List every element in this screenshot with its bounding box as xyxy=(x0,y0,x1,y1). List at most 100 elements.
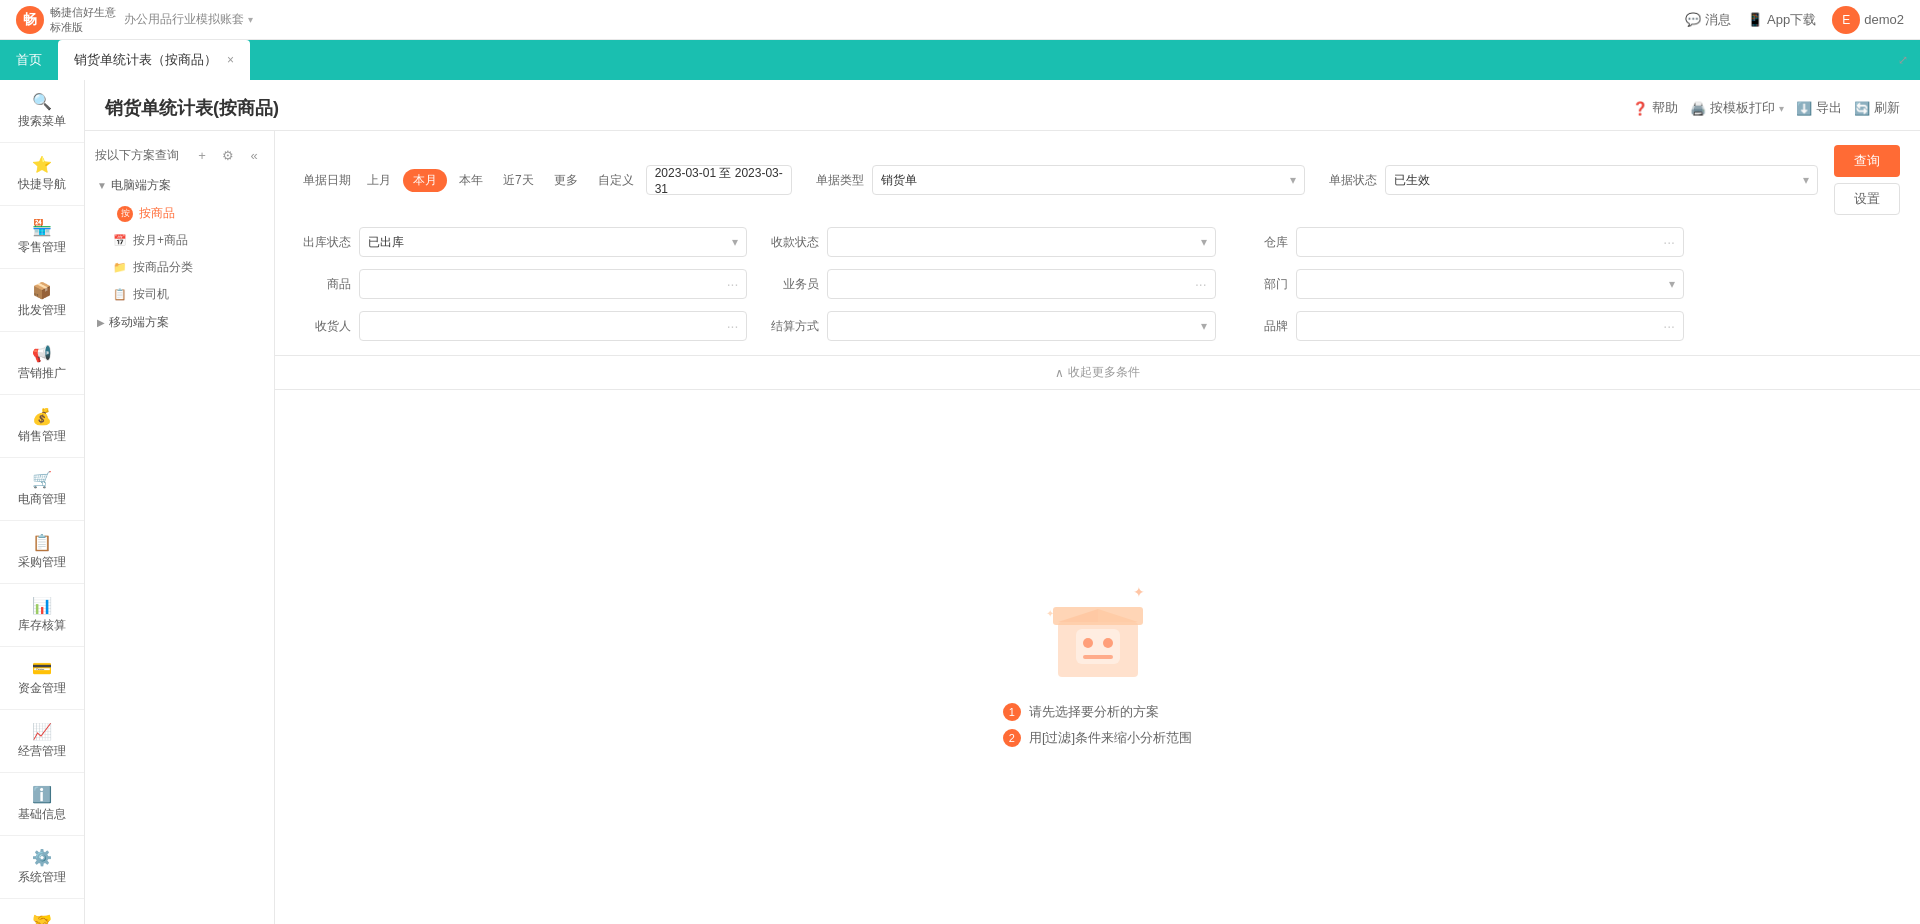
step-2-circle: 2 xyxy=(1003,729,1021,747)
empty-step-1: 1 请先选择要分析的方案 xyxy=(1003,703,1192,721)
filter-layout: 按以下方案查询 + ⚙ « ▼ 电脑端方案 xyxy=(85,131,1920,924)
filter-content: 单据日期 上月 本月 本年 近7天 更多 自定义 xyxy=(275,131,1920,924)
warehouse-status-control[interactable]: 已出库 ▾ xyxy=(359,227,747,257)
by-product-icon: 按 xyxy=(117,206,133,222)
settings-button[interactable]: 设置 xyxy=(1834,183,1900,215)
svg-point-5 xyxy=(1083,638,1093,648)
export-button[interactable]: ⬇️ 导出 xyxy=(1796,99,1842,117)
tree-section-mobile-header[interactable]: ▶ 移动端方案 xyxy=(93,308,266,337)
sidebar-item-enterprise[interactable]: 🤝 企业协同 xyxy=(0,899,84,924)
filter-item-department: 部门 ▾ xyxy=(1232,269,1684,299)
filter-row-3: 商品 ··· 业务员 ··· xyxy=(295,269,1900,299)
sidebar-item-finance[interactable]: 💳 资金管理 xyxy=(0,647,84,710)
sidebar-item-inventory[interactable]: 📊 库存核算 xyxy=(0,584,84,647)
sidebar-item-system[interactable]: ⚙️ 系统管理 xyxy=(0,836,84,899)
message-button[interactable]: 💬 消息 xyxy=(1685,11,1731,29)
marketing-icon: 📢 xyxy=(4,344,80,363)
sidebar-item-operations[interactable]: 📈 经营管理 xyxy=(0,710,84,773)
sidebar-item-quick-nav[interactable]: ⭐ 快捷导航 xyxy=(0,143,84,206)
empty-illustration: ✦ ✦ xyxy=(1038,567,1158,687)
date-tab-current-year[interactable]: 本年 xyxy=(451,169,491,192)
top-bar-right: 💬 消息 📱 App下载 E demo2 xyxy=(1685,6,1904,34)
doc-type-chevron-icon: ▾ xyxy=(1290,173,1296,187)
help-button[interactable]: ❓ 帮助 xyxy=(1632,99,1678,117)
sidebar-item-retail[interactable]: 🏪 零售管理 xyxy=(0,206,84,269)
operations-icon: 📈 xyxy=(4,722,80,741)
logo-area: 畅 畅捷信好生意 标准版 xyxy=(16,5,116,34)
export-icon: ⬇️ xyxy=(1796,101,1812,116)
sidebar-item-procurement[interactable]: 📋 采购管理 xyxy=(0,521,84,584)
tree-item-by-month-product[interactable]: 📅 按月+商品 xyxy=(93,227,266,254)
brand-control[interactable]: ··· xyxy=(1296,311,1684,341)
print-template-button[interactable]: 🖨️ 按模板打印 ▾ xyxy=(1690,99,1784,117)
svg-text:✦: ✦ xyxy=(1133,584,1145,600)
system-icon: ⚙️ xyxy=(4,848,80,867)
tab-close-icon[interactable]: × xyxy=(227,53,234,67)
tree-section-desktop-header[interactable]: ▼ 电脑端方案 xyxy=(93,171,266,200)
desktop-arrow-icon: ▼ xyxy=(97,180,107,191)
filter-item-warehouse: 仓库 ··· xyxy=(1232,227,1684,257)
industry-chevron-icon: ▾ xyxy=(248,14,253,25)
refresh-button[interactable]: 🔄 刷新 xyxy=(1854,99,1900,117)
svg-text:✦: ✦ xyxy=(1046,608,1054,619)
app-download-button[interactable]: 📱 App下载 xyxy=(1747,11,1816,29)
tab-home[interactable]: 首页 xyxy=(0,40,58,80)
page-title: 销货单统计表(按商品) xyxy=(105,96,279,120)
date-input[interactable]: 2023-03-01 至 2023-03-31 xyxy=(646,165,792,195)
basic-icon: ℹ️ xyxy=(4,785,80,804)
tree-settings-button[interactable]: ⚙ xyxy=(218,145,238,165)
date-tabs: 上月 本月 本年 近7天 更多 自定义 xyxy=(359,169,642,192)
sidebar-item-sales[interactable]: 💰 销售管理 xyxy=(0,395,84,458)
date-tab-last-month[interactable]: 上月 xyxy=(359,169,399,192)
empty-svg: ✦ ✦ xyxy=(1038,567,1158,687)
receiver-dots-icon: ··· xyxy=(727,318,739,334)
doc-status-control[interactable]: 已生效 ▾ xyxy=(1385,165,1818,195)
industry-selector[interactable]: 办公用品行业模拟账套 ▾ xyxy=(124,11,253,28)
product-label: 商品 xyxy=(295,276,351,293)
department-control[interactable]: ▾ xyxy=(1296,269,1684,299)
date-tab-7days[interactable]: 近7天 xyxy=(495,169,542,192)
driver-icon: 📋 xyxy=(113,288,127,301)
sidebar-item-search-menu[interactable]: 🔍 搜索菜单 xyxy=(0,80,84,143)
tree-item-by-category[interactable]: 📁 按商品分类 xyxy=(93,254,266,281)
date-tab-more[interactable]: 更多 xyxy=(546,169,586,192)
collapse-bar[interactable]: ∧ 收起更多条件 xyxy=(275,356,1920,390)
receiver-control[interactable]: ··· xyxy=(359,311,747,341)
svg-rect-7 xyxy=(1083,655,1113,659)
settlement-label: 结算方式 xyxy=(763,318,819,335)
filter-item-doc-status: 单据状态 已生效 ▾ xyxy=(1321,165,1818,195)
tab-maximize-icon[interactable]: ⤢ xyxy=(1898,53,1908,67)
sidebar-item-ecommerce[interactable]: 🛒 电商管理 xyxy=(0,458,84,521)
tree-item-by-product[interactable]: 按 按商品 xyxy=(93,200,266,227)
procurement-icon: 📋 xyxy=(4,533,80,552)
tree-collapse-button[interactable]: « xyxy=(244,145,264,165)
doc-type-label: 单据类型 xyxy=(808,172,864,189)
print-icon: 🖨️ xyxy=(1690,101,1706,116)
sidebar: 🔍 搜索菜单 ⭐ 快捷导航 🏪 零售管理 📦 批发管理 📢 营销推广 💰 销售管… xyxy=(0,80,85,924)
user-menu[interactable]: E demo2 xyxy=(1832,6,1904,34)
department-label: 部门 xyxy=(1232,276,1288,293)
filter-item-receipt-status: 收款状态 ▾ xyxy=(763,227,1215,257)
receipt-status-control[interactable]: ▾ xyxy=(827,227,1215,257)
collapse-icon: ∧ xyxy=(1055,366,1064,380)
doc-type-control[interactable]: 销货单 ▾ xyxy=(872,165,1305,195)
message-icon: 💬 xyxy=(1685,12,1701,27)
tree-add-button[interactable]: + xyxy=(192,145,212,165)
sidebar-item-wholesale[interactable]: 📦 批发管理 xyxy=(0,269,84,332)
sidebar-item-marketing[interactable]: 📢 营销推广 xyxy=(0,332,84,395)
date-tab-custom[interactable]: 自定义 xyxy=(590,169,642,192)
product-control[interactable]: ··· xyxy=(359,269,747,299)
tree-panel: 按以下方案查询 + ⚙ « ▼ 电脑端方案 xyxy=(85,131,275,924)
sales-icon: 💰 xyxy=(4,407,80,426)
query-button[interactable]: 查询 xyxy=(1834,145,1900,177)
tab-bar: 首页 销货单统计表（按商品） × ⤢ xyxy=(0,40,1920,80)
sidebar-item-basic[interactable]: ℹ️ 基础信息 xyxy=(0,773,84,836)
product-dots-icon: ··· xyxy=(727,276,739,292)
settlement-control[interactable]: ▾ xyxy=(827,311,1215,341)
tree-item-by-driver[interactable]: 📋 按司机 xyxy=(93,281,266,308)
date-tab-current-month[interactable]: 本月 xyxy=(403,169,447,192)
warehouse-control[interactable]: ··· xyxy=(1296,227,1684,257)
tab-active[interactable]: 销货单统计表（按商品） × xyxy=(58,40,250,80)
filter-item-warehouse-status: 出库状态 已出库 ▾ xyxy=(295,227,747,257)
salesperson-control[interactable]: ··· xyxy=(827,269,1215,299)
